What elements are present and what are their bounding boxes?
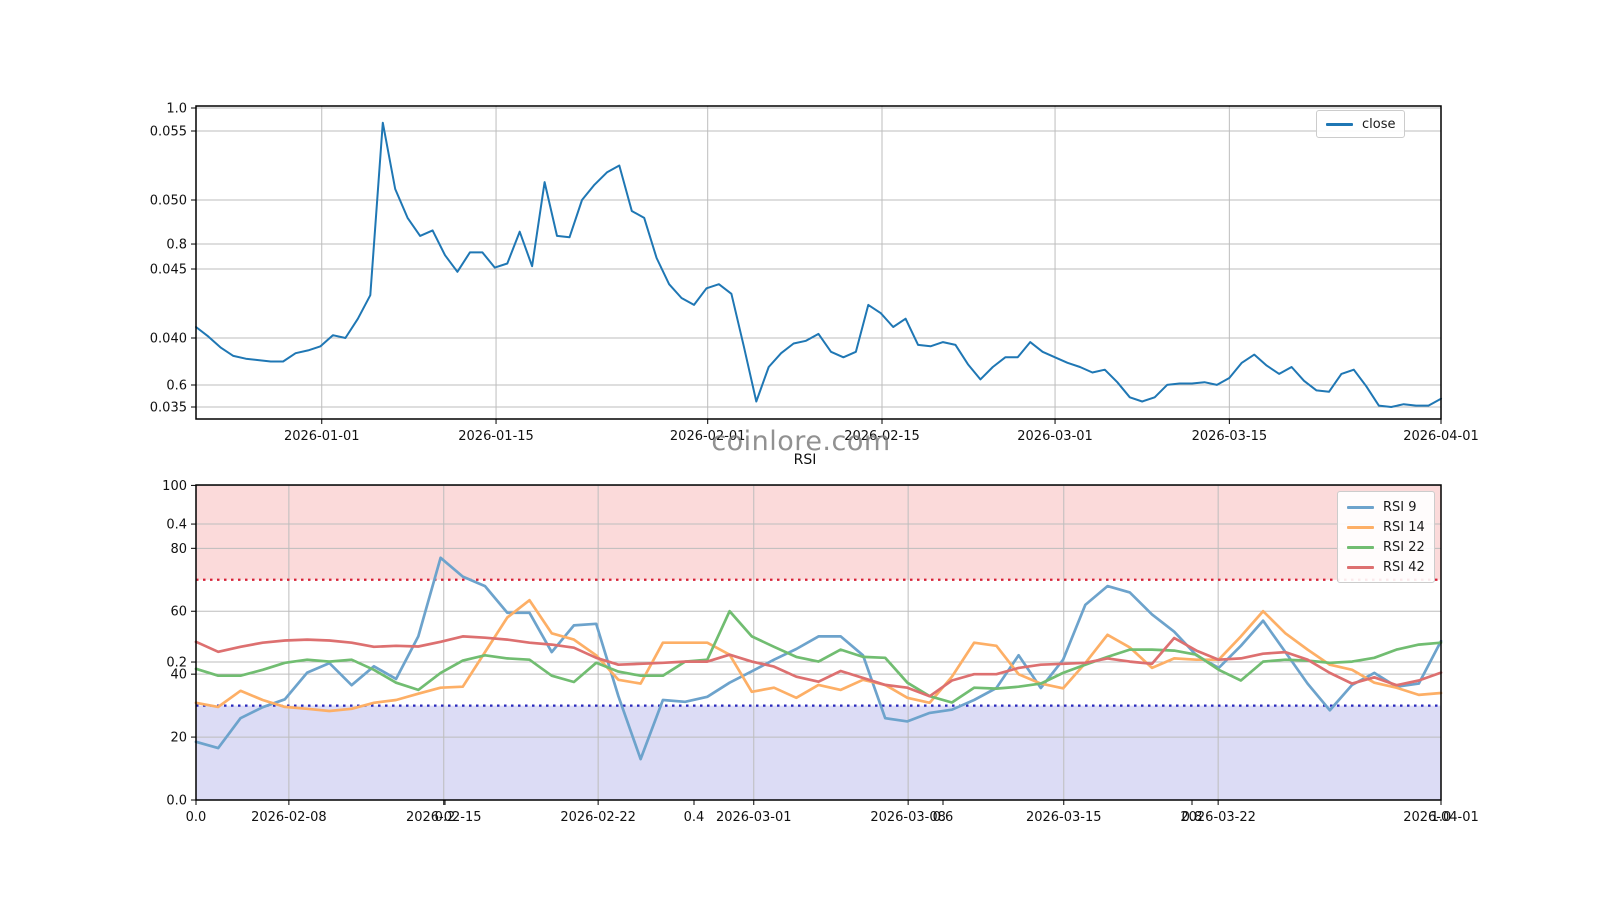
legend-label-close: close [1362,116,1396,132]
legend-item-close: close [1317,111,1404,137]
legend-label-rsi-22: RSI 22 [1383,539,1425,555]
svg-text:1.0: 1.0 [166,102,187,117]
svg-text:0.8: 0.8 [1182,810,1203,825]
svg-text:2026-03-01: 2026-03-01 [1017,429,1093,444]
legend-item-rsi-22: RSI 22 [1338,537,1434,557]
svg-text:1.0: 1.0 [1431,810,1452,825]
svg-text:0.6: 0.6 [166,379,187,394]
svg-text:0.2: 0.2 [166,656,187,671]
svg-text:60: 60 [170,605,187,620]
svg-text:2026-01-15: 2026-01-15 [458,429,534,444]
close-line-swatch [1326,122,1353,126]
legend-label-rsi-42: RSI 42 [1383,559,1425,575]
legend-item-rsi-42: RSI 42 [1338,557,1434,577]
rsi-42-line-swatch [1347,565,1374,569]
svg-text:0.4: 0.4 [166,518,187,533]
svg-text:0.0: 0.0 [166,794,187,809]
svg-text:0.8: 0.8 [166,238,187,253]
svg-text:2026-02-22: 2026-02-22 [560,810,636,825]
legend-label-rsi-9: RSI 9 [1383,499,1417,515]
rsi-chart-plot: 2026-02-08 2026-02-15 2026-02-22 2026-03-01… [162,479,1479,825]
svg-text:2026-04-01: 2026-04-01 [1403,429,1479,444]
svg-text:0.055: 0.055 [150,125,187,140]
svg-text:2026-03-15: 2026-03-15 [1192,429,1268,444]
price-legend: close [1316,110,1406,138]
svg-text:0.050: 0.050 [150,194,187,209]
svg-text:2026-03-01: 2026-03-01 [716,810,792,825]
svg-text:0.045: 0.045 [150,263,187,278]
svg-text:0.2: 0.2 [435,810,456,825]
screenshot-root: 2026-01-01 2026-01-15 2026-02-01 2026-02-15… [0,0,1600,900]
svg-text:2026-02-08: 2026-02-08 [251,810,327,825]
svg-text:2026-01-01: 2026-01-01 [284,429,360,444]
rsi-22-line-swatch [1347,545,1374,549]
svg-text:0.0: 0.0 [186,810,207,825]
svg-text:0.4: 0.4 [684,810,705,825]
svg-text:2026-03-15: 2026-03-15 [1026,810,1102,825]
legend-item-rsi-9: RSI 9 [1338,497,1434,517]
svg-text:100: 100 [162,479,187,494]
svg-text:80: 80 [170,542,187,557]
rsi-chart-title: RSI [793,452,817,468]
legend-label-rsi-14: RSI 14 [1383,519,1425,535]
svg-text:0.035: 0.035 [150,401,187,416]
svg-text:0.6: 0.6 [933,810,954,825]
legend-item-rsi-14: RSI 14 [1338,517,1434,537]
rsi-9-line-swatch [1347,505,1374,509]
rsi-14-line-swatch [1347,525,1374,529]
rsi-legend: RSI 9 RSI 14 RSI 22 RSI 42 [1337,491,1435,583]
svg-text:0.040: 0.040 [150,332,187,347]
svg-text:20: 20 [170,731,187,746]
price-chart-plot: 2026-01-01 2026-01-15 2026-02-01 2026-02-15… [150,102,1479,444]
